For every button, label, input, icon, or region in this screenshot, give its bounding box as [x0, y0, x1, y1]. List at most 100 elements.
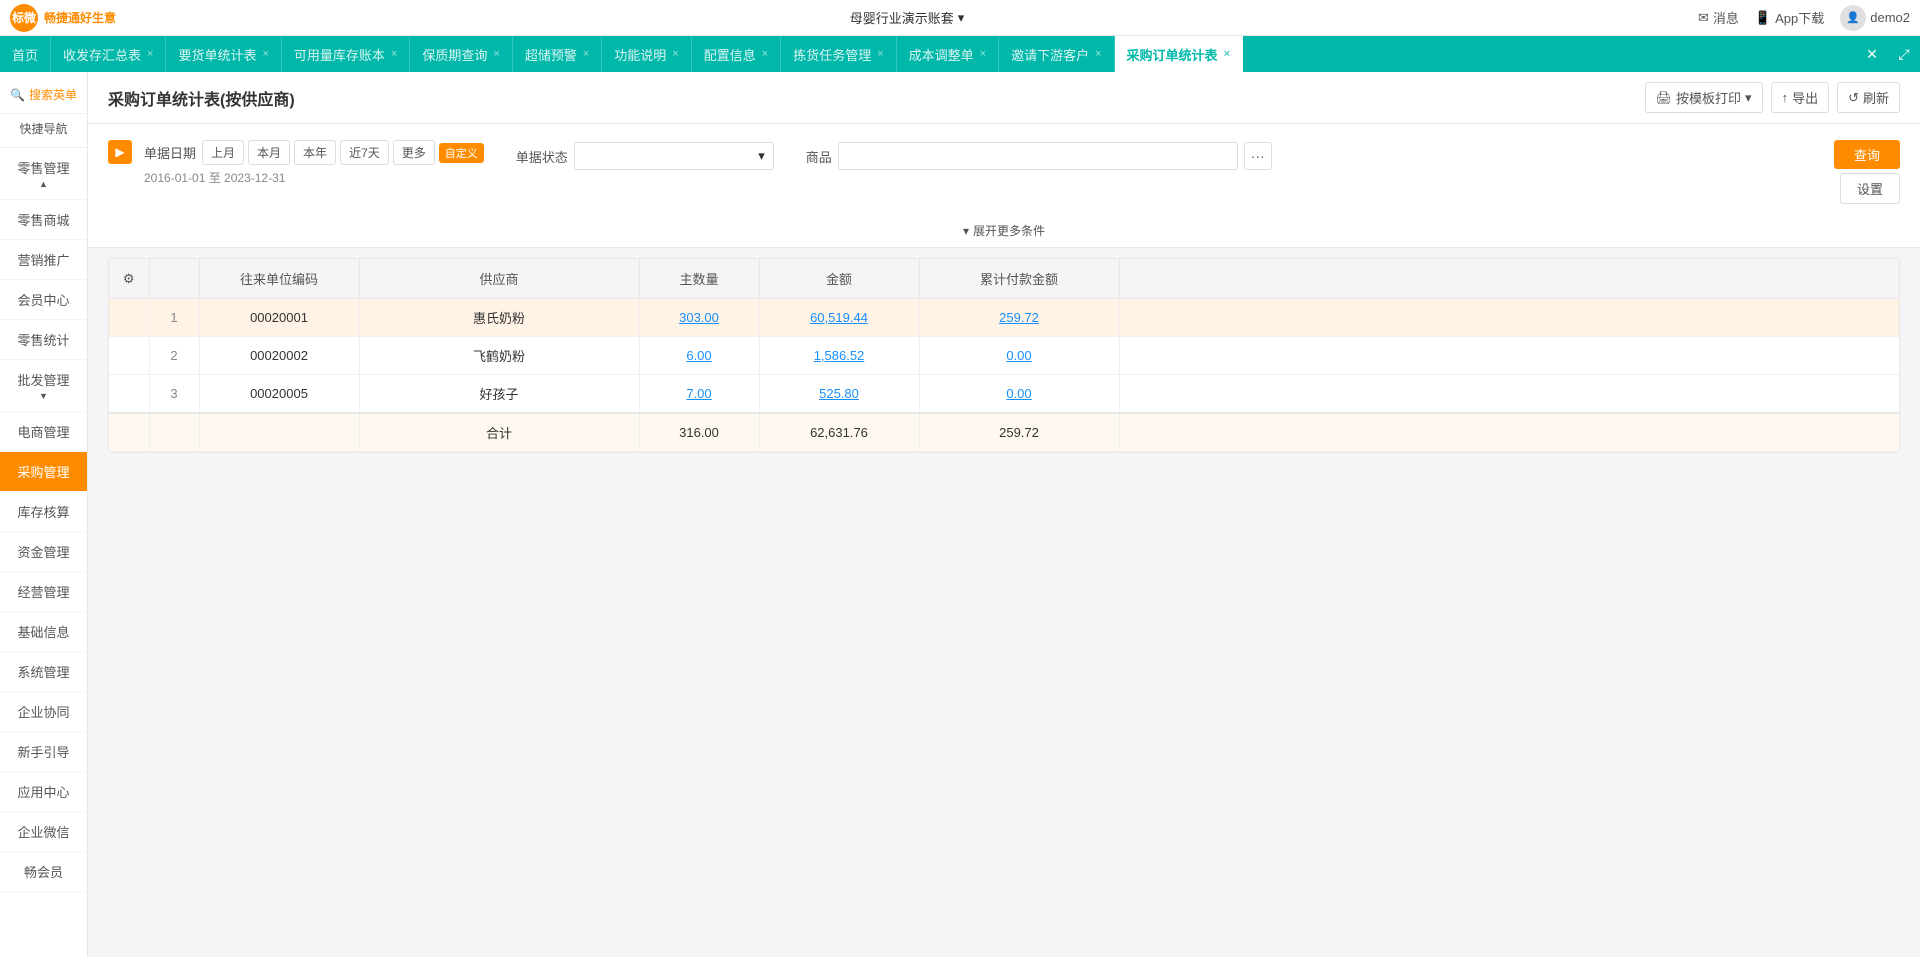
sidebar-item-new-guide[interactable]: 新手引导: [0, 732, 87, 772]
chevron-down-icon: ▲: [39, 179, 48, 189]
avatar: 👤: [1840, 5, 1866, 31]
sidebar-item-label: 库存核算: [17, 502, 69, 521]
sidebar-item-retail-mall[interactable]: 零售商城: [0, 200, 87, 240]
settings-button[interactable]: 设置: [1840, 173, 1900, 204]
tab-order-stat[interactable]: 要货单统计表 ×: [166, 36, 281, 72]
sidebar-item-retail-mgmt[interactable]: 零售管理 ▲: [0, 148, 87, 200]
row-supplier-cell: 惠氏奶粉: [359, 299, 639, 337]
table-row[interactable]: 2 00020002 飞鹤奶粉 6.00 1,586.52 0.00: [109, 337, 1899, 375]
sidebar-item-sys-mgmt[interactable]: 系统管理: [0, 652, 87, 692]
sidebar-item-vip-member[interactable]: 畅会员: [0, 852, 87, 892]
workspace-selector[interactable]: 母婴行业演示账套 ▾: [850, 8, 965, 27]
query-button[interactable]: 查询: [1834, 140, 1900, 169]
tab-close-icon[interactable]: ×: [583, 48, 589, 60]
tab-config-info[interactable]: 配置信息 ×: [692, 36, 781, 72]
row-num-cell: 1: [149, 299, 199, 337]
sidebar-item-basic-info[interactable]: 基础信息: [0, 612, 87, 652]
status-filter-label: 单据状态: [516, 147, 568, 166]
tab-overstock-alert[interactable]: 超储预警 ×: [513, 36, 602, 72]
sidebar-item-wholesale-mgmt[interactable]: 批发管理 ▼: [0, 360, 87, 412]
table-row[interactable]: 1 00020001 惠氏奶粉 303.00 60,519.44 259.72: [109, 299, 1899, 337]
export-button[interactable]: ↑ 导出: [1771, 82, 1830, 113]
footer-amount: 62,631.76: [759, 413, 919, 452]
sidebar-item-app-center[interactable]: 应用中心: [0, 772, 87, 812]
tab-close-icon[interactable]: ×: [877, 48, 883, 60]
tab-expiry-query[interactable]: 保质期查询 ×: [410, 36, 512, 72]
th-supplier-label: 供应商: [479, 272, 518, 287]
date-btn-more[interactable]: 更多: [393, 140, 435, 165]
tab-home[interactable]: 首页: [0, 36, 51, 72]
tab-expand-btn[interactable]: ⤢: [1888, 36, 1920, 72]
table-header-row: ⚙ 往来单位编码 供应商 主数量 金额: [109, 259, 1899, 299]
page-header: 采购订单统计表(按供应商) 🖨 按模板打印 ▾ ↑ 导出 ↺ 刷新: [88, 72, 1920, 124]
message-btn[interactable]: ✉ 消息: [1698, 8, 1739, 27]
footer-num: [149, 413, 199, 452]
sidebar-item-ecommerce-mgmt[interactable]: 电商管理: [0, 412, 87, 452]
tab-close-icon[interactable]: ×: [980, 48, 986, 60]
th-amount-label: 金额: [826, 272, 852, 287]
date-btn-last-month[interactable]: 上月: [202, 140, 244, 165]
tab-close-icon[interactable]: ×: [391, 48, 397, 60]
row-gear-cell: [109, 299, 149, 337]
sidebar-item-label: 畅会员: [24, 862, 63, 881]
sidebar-item-label: 资金管理: [17, 542, 69, 561]
tab-label: 功能说明: [614, 45, 666, 64]
table-row[interactable]: 3 00020005 好孩子 7.00 525.80 0.00: [109, 375, 1899, 414]
tab-invite-downstream[interactable]: 邀请下游客户 ×: [999, 36, 1114, 72]
row-code-cell: 00020005: [199, 375, 359, 414]
gear-icon[interactable]: ⚙: [123, 271, 135, 286]
tab-label: 邀请下游客户: [1011, 45, 1089, 64]
sidebar-item-label: 采购管理: [17, 462, 69, 481]
top-right: ✉ 消息 📱 App下载 👤 demo2: [1698, 5, 1910, 31]
sidebar-item-stock-check[interactable]: 库存核算: [0, 492, 87, 532]
th-qty: 主数量: [639, 259, 759, 299]
sidebar-item-label: 系统管理: [17, 662, 69, 681]
app-label: App下载: [1775, 8, 1824, 27]
tab-close-icon[interactable]: ×: [762, 48, 768, 60]
sidebar-item-marketing[interactable]: 营销推广: [0, 240, 87, 280]
th-qty-label: 主数量: [679, 272, 718, 287]
goods-input[interactable]: [838, 142, 1238, 170]
date-range-display: 2016-01-01 至 2023-12-31: [144, 171, 285, 185]
tab-close-btn[interactable]: ✕: [1856, 36, 1888, 72]
tab-label: 拣货任务管理: [793, 45, 871, 64]
user-menu[interactable]: 👤 demo2: [1840, 5, 1910, 31]
app-download-btn[interactable]: 📱 App下载: [1755, 8, 1824, 27]
sidebar-item-purchase-mgmt[interactable]: 采购管理: [0, 452, 87, 492]
custom-date-badge: 自定义: [439, 143, 484, 163]
expand-more-conditions[interactable]: ▾ 展开更多条件: [88, 214, 1920, 248]
sidebar-item-finance-mgmt[interactable]: 资金管理: [0, 532, 87, 572]
sidebar-item-label: 零售管理: [17, 158, 69, 177]
tab-close-icon[interactable]: ×: [1095, 48, 1101, 60]
th-num: [149, 259, 199, 299]
sidebar-item-retail-stat[interactable]: 零售统计: [0, 320, 87, 360]
status-select[interactable]: ▾: [574, 142, 774, 170]
th-code-label: 往来单位编码: [240, 272, 318, 287]
filter-expand-button[interactable]: ▶: [108, 140, 132, 164]
template-print-button[interactable]: 🖨 按模板打印 ▾: [1645, 82, 1763, 113]
tab-close-active-icon[interactable]: ×: [1224, 48, 1230, 60]
tab-label: 采购订单统计表: [1127, 45, 1218, 64]
tab-pick-task[interactable]: 拣货任务管理 ×: [781, 36, 896, 72]
date-btn-7days[interactable]: 近7天: [340, 140, 389, 165]
goods-ellipsis-button[interactable]: ···: [1244, 142, 1272, 170]
tab-purchase-stat[interactable]: 采购订单统计表 ×: [1115, 36, 1243, 72]
tab-close-icon[interactable]: ×: [493, 48, 499, 60]
refresh-button[interactable]: ↺ 刷新: [1837, 82, 1900, 113]
tab-close-icon[interactable]: ×: [147, 48, 153, 60]
tab-close-icon[interactable]: ×: [672, 48, 678, 60]
sidebar-item-corp-collab[interactable]: 企业协同: [0, 692, 87, 732]
date-btn-this-month[interactable]: 本月: [248, 140, 290, 165]
tab-collect-pay[interactable]: 收发存汇总表 ×: [51, 36, 166, 72]
date-btn-this-year[interactable]: 本年: [294, 140, 336, 165]
sidebar-item-ops-mgmt[interactable]: 经营管理: [0, 572, 87, 612]
sidebar-quick-nav[interactable]: 快捷导航: [0, 114, 87, 148]
tab-close-icon[interactable]: ×: [262, 48, 268, 60]
sidebar-item-corp-wechat[interactable]: 企业微信: [0, 812, 87, 852]
tab-func-desc[interactable]: 功能说明 ×: [602, 36, 691, 72]
tab-available-stock[interactable]: 可用量库存账本 ×: [282, 36, 410, 72]
tab-cost-adjust[interactable]: 成本调整单 ×: [897, 36, 999, 72]
sidebar-search[interactable]: 🔍 搜索英单: [0, 80, 87, 114]
sidebar-item-member-center[interactable]: 会员中心: [0, 280, 87, 320]
logo-area: 标微 畅捷通好生意: [10, 4, 116, 32]
